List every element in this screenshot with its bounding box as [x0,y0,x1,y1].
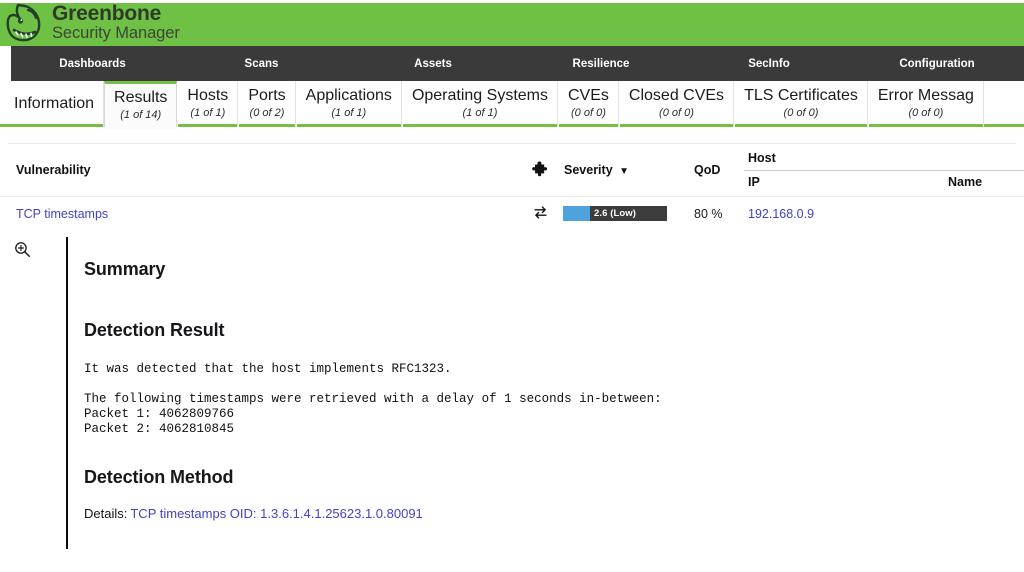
tab-label: Error Messag [878,86,974,105]
tab-count: (1 of 1) [190,106,225,121]
detection-result-text-1: It was detected that the host implements… [84,362,1024,377]
nav-item-label: Scans [245,58,279,70]
heading-detection-result: Detection Result [84,320,1024,341]
nav-item-label: Configuration [899,58,974,70]
swap-arrows-icon[interactable] [532,205,549,220]
table-row[interactable]: TCP timestamps 2.6 (Low) [0,197,1024,231]
tab-error-messages[interactable]: Error Messag (0 of 0) [868,81,984,127]
results-table-header-row: Vulnerability Severity ▼ QoD [0,144,1024,196]
cell-solution-type [520,197,560,231]
column-header-qod[interactable]: QoD [690,144,744,196]
nav-item-scans[interactable]: Scans [174,46,349,81]
tab-label: Ports [248,86,285,105]
column-header-solution-type[interactable] [520,144,560,196]
column-header-host-label: Host [744,151,1024,171]
tab-hosts[interactable]: Hosts (1 of 1) [177,81,238,127]
tab-results[interactable]: Results (1 of 14) [104,81,177,127]
tab-bar: Information Results (1 of 14) Hosts (1 o… [0,81,1024,127]
tab-label: Information [14,94,94,113]
tab-information[interactable]: Information [5,81,104,127]
tab-operating-systems[interactable]: Operating Systems (1 of 1) [402,81,558,127]
tab-tls-certificates[interactable]: TLS Certificates (0 of 0) [734,81,868,127]
tab-closed-cves[interactable]: Closed CVEs (0 of 0) [619,81,734,127]
tab-count: (1 of 14) [120,108,161,123]
brand-product: Security Manager [52,25,180,42]
column-header-host-ip[interactable]: IP [748,175,948,189]
result-detail-pane: Summary Detection Result It was detected… [0,237,1024,549]
tab-count: (0 of 0) [908,106,943,121]
tab-count: (0 of 2) [250,106,285,121]
vulnerability-link[interactable]: TCP timestamps [16,207,108,221]
tab-label: Operating Systems [412,86,548,105]
detail-content: Summary Detection Result It was detected… [66,237,1024,549]
cell-qod: 80 % [690,197,744,231]
column-header-host: Host IP Name [744,144,1024,196]
tab-count: (1 of 1) [463,106,498,121]
brand-name: Greenbone [52,3,180,25]
host-ip-link[interactable]: 192.168.0.9 [748,207,814,221]
tab-label: Closed CVEs [629,86,724,105]
heading-detection-method: Detection Method [84,467,1024,488]
nav-item-label: Dashboards [59,58,125,70]
column-header-vulnerability[interactable]: Vulnerability [0,144,520,196]
tab-label: Hosts [187,86,228,105]
results-section: Vulnerability Severity ▼ QoD [0,127,1024,231]
nav-item-secinfo[interactable]: SecInfo [685,46,853,81]
column-header-label: QoD [694,163,720,177]
nav-item-resilience[interactable]: Resilience [517,46,685,81]
brand-header-content: Greenbone Security Manager [0,0,1024,46]
cell-vulnerability: TCP timestamps [0,197,520,231]
severity-value: 2.6 (Low) [563,206,667,221]
tab-count: (1 of 1) [331,106,366,121]
heading-summary: Summary [84,259,1024,280]
results-table: Vulnerability Severity ▼ QoD [0,144,1024,231]
tab-ports[interactable]: Ports (0 of 2) [238,81,295,127]
cell-host: 192.168.0.9 [744,197,1024,231]
tab-label: Results [114,88,167,107]
detection-method-oid-link[interactable]: TCP timestamps OID: 1.3.6.1.4.1.25623.1.… [130,506,422,521]
severity-bar[interactable]: 2.6 (Low) [563,206,667,221]
tab-label: Applications [306,86,392,105]
main-navigation: Dashboards Scans Assets Resilience SecIn… [11,46,1024,81]
brand-title: Greenbone Security Manager [52,3,180,43]
tab-count: (0 of 0) [784,106,819,121]
column-header-host-name[interactable]: Name [948,175,982,189]
puzzle-piece-icon[interactable] [532,160,549,177]
greenbone-horse-logo-icon[interactable] [4,2,48,44]
tab-count: (0 of 0) [659,106,694,121]
tab-applications[interactable]: Applications (1 of 1) [296,81,402,127]
tab-label: CVEs [568,86,609,105]
nav-item-dashboards[interactable]: Dashboards [11,46,174,81]
nav-item-label: SecInfo [748,58,790,70]
details-label: Details: [84,506,127,521]
brand-header: Greenbone Security Manager [0,0,1024,46]
column-header-label: Severity [564,163,613,177]
nav-item-label: Resilience [573,58,630,70]
tab-cves[interactable]: CVEs (0 of 0) [558,81,619,127]
tab-label: TLS Certificates [744,86,858,105]
detection-method-details: Details:TCP timestamps OID: 1.3.6.1.4.1.… [84,506,1024,521]
nav-item-configuration[interactable]: Configuration [853,46,1021,81]
cell-severity: 2.6 (Low) [560,197,690,231]
column-header-label: Vulnerability [16,163,91,177]
detail-gutter [0,237,66,549]
tab-count: (0 of 0) [571,106,606,121]
nav-item-assets[interactable]: Assets [349,46,517,81]
detection-result-text-2: The following timestamps were retrieved … [84,392,1024,437]
nav-item-label: Assets [414,58,452,70]
column-header-severity[interactable]: Severity ▼ [560,144,690,196]
sort-descending-icon[interactable]: ▼ [619,166,629,177]
zoom-in-icon[interactable] [14,241,31,258]
